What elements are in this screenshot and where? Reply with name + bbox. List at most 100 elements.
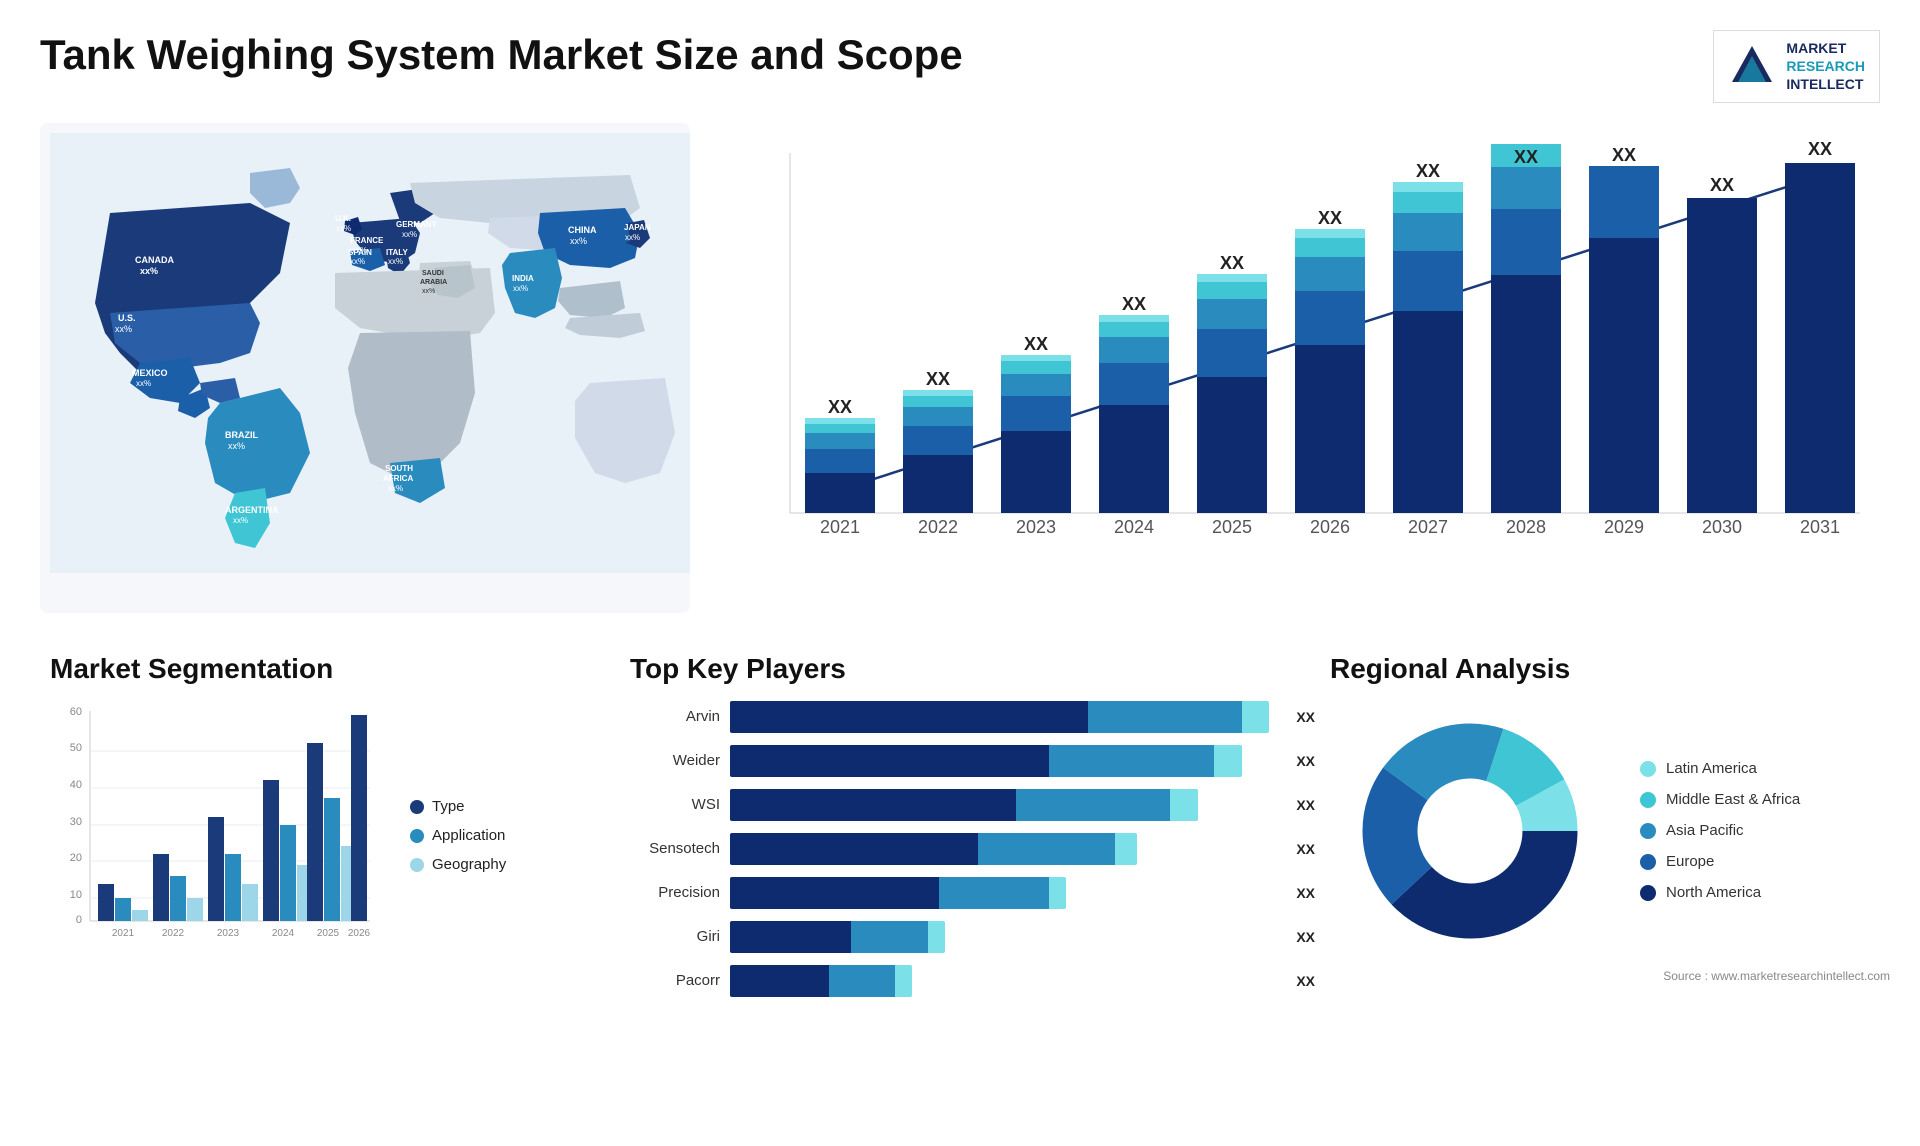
player-wsi-name: WSI (630, 796, 720, 813)
player-arvin-name: Arvin (630, 708, 720, 725)
bar-seg3 (1049, 877, 1066, 909)
svg-text:60: 60 (70, 706, 82, 718)
player-sensotech-value: XX (1296, 841, 1315, 857)
key-players-section: Top Key Players Arvin XX (620, 643, 1290, 1019)
mexico-value: xx% (136, 379, 151, 388)
regional-section: Regional Analysis (1320, 643, 1900, 1019)
logo: MARKET RESEARCH INTELLECT (1713, 30, 1880, 103)
seg-legend-type: Type (410, 798, 506, 815)
legend-asia-dot (1640, 823, 1656, 839)
donut-hole (1418, 779, 1522, 883)
segmentation-svg: 60 50 40 30 20 10 0 (50, 701, 390, 971)
bar-2022-seg1 (903, 455, 973, 513)
val-2023: XX (1024, 334, 1048, 354)
bar-seg1 (730, 877, 939, 909)
player-weider-value: XX (1296, 753, 1315, 769)
year-2021: 2021 (820, 517, 860, 537)
legend-europe: Europe (1640, 853, 1800, 870)
bar-2024-seg1 (1099, 405, 1169, 513)
forecast-chart-section: 2021 XX 2022 XX 2023 XX 2024 (710, 123, 1900, 613)
bar-2029-seg1 (1589, 238, 1659, 513)
bar-seg3 (1115, 833, 1137, 865)
bar-2021-seg4 (805, 424, 875, 433)
brazil-value: xx% (228, 441, 245, 451)
bar-2025-seg2 (1197, 329, 1267, 377)
bar-seg3 (1170, 789, 1198, 821)
bar-2021-seg3 (805, 433, 875, 449)
player-giri-bar: XX (730, 921, 1280, 953)
player-pacorr: Pacorr XX (630, 965, 1280, 997)
player-wsi-bar: XX (730, 789, 1280, 821)
donut-legend-wrap: Latin America Middle East & Africa Asia … (1330, 701, 1890, 961)
seg-legend-app: Application (410, 827, 506, 844)
val-2028: XX (1514, 147, 1538, 167)
player-weider-bar: XX (730, 745, 1280, 777)
bar-seg2 (1049, 745, 1214, 777)
player-arvin-bar: XX (730, 701, 1280, 733)
brazil-label: BRAZIL (225, 430, 258, 440)
year-2030: 2030 (1702, 517, 1742, 537)
bar-seg1 (730, 789, 1016, 821)
bottom-section: Market Segmentation 60 50 40 30 20 10 0 (40, 643, 1900, 1019)
year-2031: 2031 (1800, 517, 1840, 537)
seg-app-label: Application (432, 827, 505, 844)
svg-text:2021: 2021 (112, 928, 135, 939)
year-2029: 2029 (1604, 517, 1644, 537)
legend-north-america: North America (1640, 884, 1800, 901)
bar-2024-seg5 (1099, 315, 1169, 322)
mexico-label: MEXICO (132, 368, 168, 378)
year-2022: 2022 (918, 517, 958, 537)
bar-2025-seg1 (1197, 377, 1267, 513)
bar-2024-seg3 (1099, 337, 1169, 363)
legend-middle-east: Middle East & Africa (1640, 791, 1800, 808)
player-pacorr-bar: XX (730, 965, 1280, 997)
svg-text:2025: 2025 (317, 928, 340, 939)
player-giri: Giri XX (630, 921, 1280, 953)
year-2027: 2027 (1408, 517, 1448, 537)
bar-2030-seg1 (1687, 198, 1757, 513)
page-title: Tank Weighing System Market Size and Sco… (40, 30, 963, 80)
spain-value: xx% (350, 257, 365, 266)
bar-2026-seg2 (1295, 291, 1365, 345)
bar-seg2 (978, 833, 1116, 865)
bar-seg1 (730, 701, 1088, 733)
bar-2026-seg4 (1295, 238, 1365, 257)
bar-seg1 (730, 921, 851, 953)
bar-2023-seg1 (1001, 431, 1071, 513)
svg-text:0: 0 (76, 914, 82, 926)
bar-2023-seg2 (1001, 396, 1071, 431)
bar-2027-seg1 (1393, 311, 1463, 513)
player-sensotech: Sensotech XX (630, 833, 1280, 865)
player-precision: Precision XX (630, 877, 1280, 909)
svg-text:10: 10 (70, 889, 82, 901)
year-2023: 2023 (1016, 517, 1056, 537)
seg-legend-geo: Geography (410, 856, 506, 873)
header: Tank Weighing System Market Size and Sco… (40, 30, 1880, 103)
player-arvin: Arvin XX (630, 701, 1280, 733)
legend-europe-label: Europe (1666, 853, 1714, 870)
uk-value: xx% (336, 224, 351, 233)
france-label: FRANCE (350, 236, 384, 245)
bar-2028-seg2 (1491, 209, 1561, 275)
bar-2027-seg4 (1393, 192, 1463, 213)
bar-2022-seg5 (903, 390, 973, 396)
val-2022: XX (926, 369, 950, 389)
bar-seg3 (895, 965, 912, 997)
val-2024: XX (1122, 294, 1146, 314)
bar-2022-seg3 (903, 407, 973, 426)
us-label: U.S. (118, 313, 136, 323)
player-pacorr-value: XX (1296, 973, 1315, 989)
bar-seg3 (1214, 745, 1242, 777)
bar-2021-seg5 (805, 418, 875, 424)
legend-middle-east-label: Middle East & Africa (1666, 791, 1800, 808)
year-2028: 2028 (1506, 517, 1546, 537)
argentina-label: ARGENTINA (225, 505, 279, 515)
svg-text:40: 40 (70, 779, 82, 791)
player-giri-value: XX (1296, 929, 1315, 945)
year-2026: 2026 (1310, 517, 1350, 537)
val-2029: XX (1612, 145, 1636, 165)
seg-app-dot (410, 829, 424, 843)
svg-text:2024: 2024 (272, 928, 295, 939)
bar-2022-seg4 (903, 396, 973, 407)
player-precision-value: XX (1296, 885, 1315, 901)
